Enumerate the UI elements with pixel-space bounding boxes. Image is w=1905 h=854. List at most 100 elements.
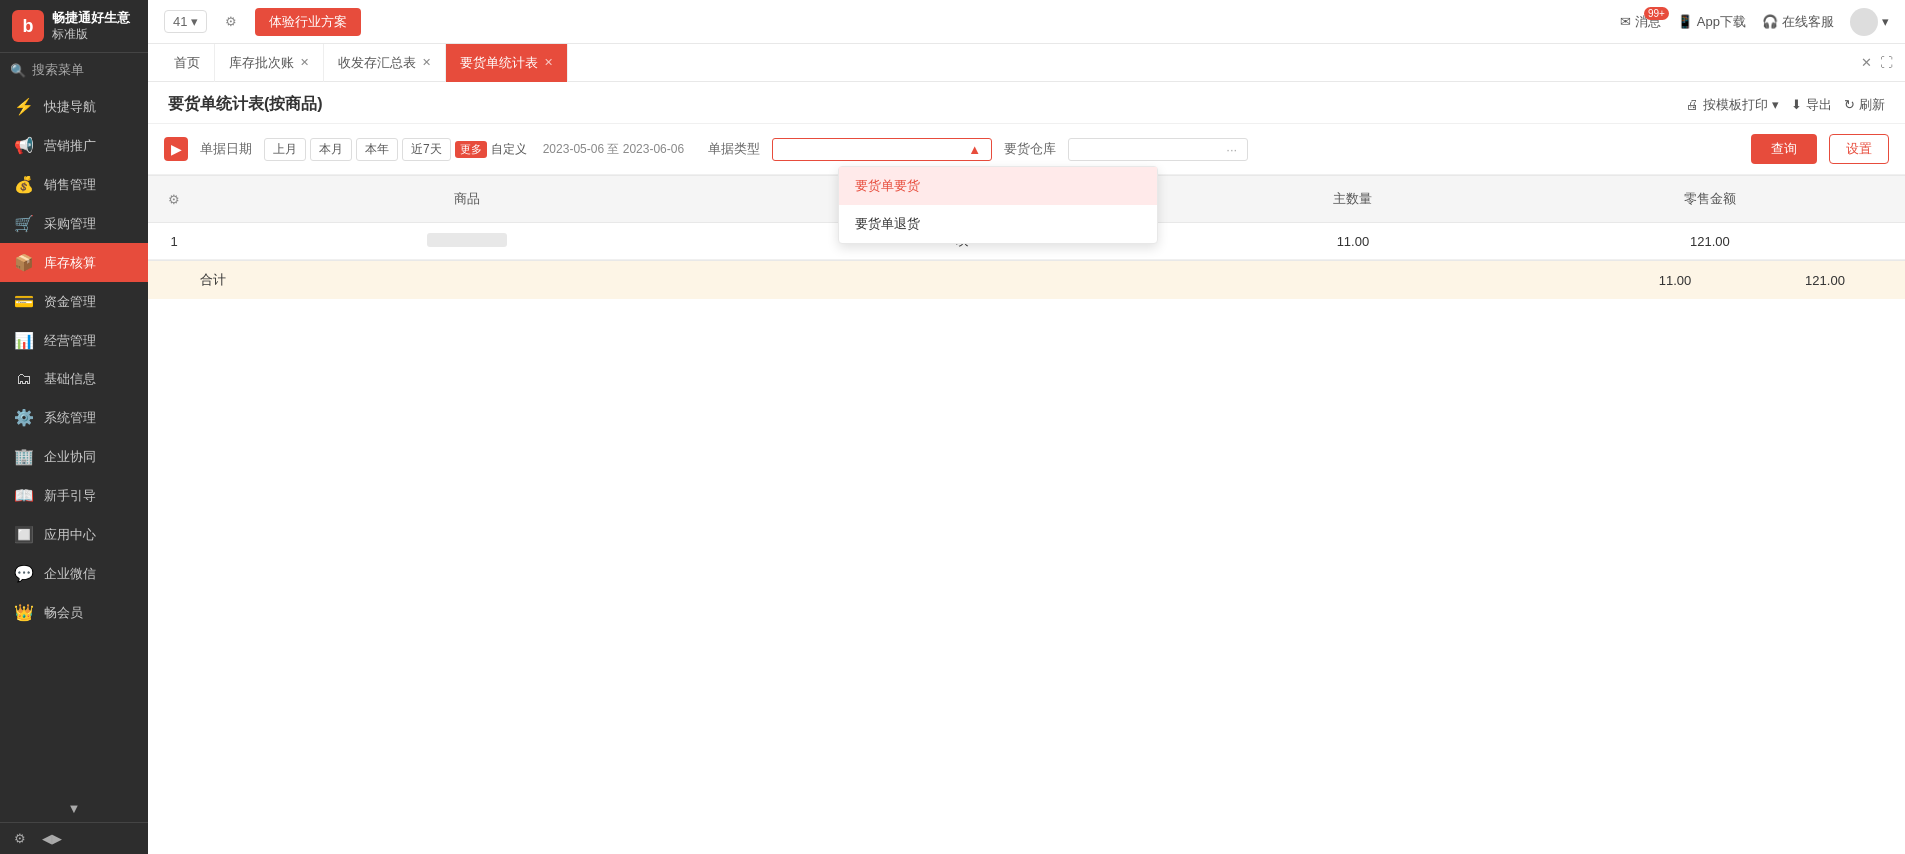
sidebar-item-operation[interactable]: 📊 经营管理	[0, 321, 148, 360]
row-index: 1	[148, 223, 200, 260]
header-actions: ✉ 消息 99+ 📱 App下载 🎧 在线客服 ▾	[1620, 8, 1889, 36]
guide-icon: 📖	[14, 486, 34, 505]
content-area: 要货单统计表(按商品) 🖨 按模板打印 ▾ ⬇ 导出 ↻ 刷新	[148, 82, 1905, 854]
filter-expand-btn[interactable]: ▶	[164, 137, 188, 161]
quick-nav-icon: ⚡	[14, 97, 34, 116]
date-btn-this-month[interactable]: 本月	[310, 138, 352, 161]
enterprise-icon: 🏢	[14, 447, 34, 466]
export-btn[interactable]: ⬇ 导出	[1791, 96, 1832, 114]
sidebar-collapse-icon[interactable]: ◀▶	[42, 831, 62, 846]
row-amount: 121.00	[1515, 223, 1905, 260]
basic-icon: 🗂	[14, 370, 34, 388]
date-filter-label: 单据日期	[200, 140, 252, 158]
date-custom-btn[interactable]: 自定义	[491, 141, 527, 158]
query-btn[interactable]: 查询	[1751, 134, 1817, 164]
export-icon: ⬇	[1791, 97, 1802, 112]
warehouse-more-icon: ···	[1226, 142, 1237, 157]
date-range-btns: 上月 本月 本年 近7天 更多 自定义	[264, 138, 527, 161]
sidebar-item-enterprise[interactable]: 🏢 企业协同	[0, 437, 148, 476]
store-selector[interactable]: 41 ▾	[164, 10, 207, 33]
system-icon: ⚙️	[14, 408, 34, 427]
sidebar-item-inventory[interactable]: 📦 库存核算	[0, 243, 148, 282]
sidebar-scroll-down[interactable]: ▼	[0, 795, 148, 822]
app-download-btn[interactable]: 📱 App下载	[1677, 13, 1746, 31]
warehouse-filter-select[interactable]: ···	[1068, 138, 1248, 161]
print-icon: 🖨	[1686, 97, 1699, 112]
product-placeholder	[427, 233, 507, 247]
sidebar-logo: b 畅捷通好生意 标准版	[0, 0, 148, 53]
close-requisition-stats-tab[interactable]: ✕	[544, 56, 553, 69]
sidebar-item-purchase[interactable]: 🛒 采购管理	[0, 204, 148, 243]
warehouse-filter-label: 要货仓库	[1004, 140, 1056, 158]
sidebar-item-quick-nav[interactable]: ⚡ 快捷导航	[0, 87, 148, 126]
sidebar-item-wechat[interactable]: 💬 企业微信	[0, 554, 148, 593]
table-header-settings: ⚙	[148, 176, 200, 223]
refresh-btn[interactable]: ↻ 刷新	[1844, 96, 1885, 114]
marketing-icon: 📢	[14, 136, 34, 155]
maximize-icon[interactable]: ⛶	[1880, 55, 1893, 70]
close-batch-account-tab[interactable]: ✕	[300, 56, 309, 69]
sidebar-item-guide[interactable]: 📖 新手引导	[0, 476, 148, 515]
appstore-icon: 🔲	[14, 525, 34, 544]
table-gear-icon[interactable]: ⚙	[160, 185, 188, 213]
page-header: 要货单统计表(按商品) 🖨 按模板打印 ▾ ⬇ 导出 ↻ 刷新	[148, 82, 1905, 124]
table-header-qty: 主数量	[1191, 176, 1515, 223]
dropdown-item-return[interactable]: 要货单退货	[839, 205, 1157, 243]
message-icon: ✉	[1620, 14, 1631, 29]
table-header-amount: 零售金额	[1515, 176, 1905, 223]
online-service-btn[interactable]: 🎧 在线客服	[1762, 13, 1834, 31]
minimize-icon[interactable]: ✕	[1861, 55, 1872, 70]
main-area: 41 ▾ ⚙ 体验行业方案 ✉ 消息 99+ 📱 App下载 🎧 在线客服	[148, 0, 1905, 854]
promo-btn[interactable]: 体验行业方案	[255, 8, 361, 36]
date-btn-this-year[interactable]: 本年	[356, 138, 398, 161]
print-btn[interactable]: 🖨 按模板打印 ▾	[1686, 96, 1779, 114]
sidebar-search[interactable]: 🔍 搜索菜单	[0, 53, 148, 87]
logo-text: 畅捷通好生意 标准版	[52, 10, 130, 42]
sidebar: b 畅捷通好生意 标准版 🔍 搜索菜单 ⚡ 快捷导航 📢 营销推广 💰 销售管理…	[0, 0, 148, 854]
refresh-icon: ↻	[1844, 97, 1855, 112]
date-more-badge[interactable]: 更多	[455, 141, 487, 158]
sidebar-item-basic[interactable]: 🗂 基础信息	[0, 360, 148, 398]
tab-receipt-summary[interactable]: 收发存汇总表 ✕	[324, 44, 446, 82]
window-controls: ✕ ⛶	[1849, 55, 1905, 70]
headset-icon: 🎧	[1762, 14, 1778, 29]
chevron-down-icon-print: ▾	[1772, 97, 1779, 112]
sidebar-nav: ⚡ 快捷导航 📢 营销推广 💰 销售管理 🛒 采购管理 📦 库存核算 💳 资金管…	[0, 87, 148, 795]
date-btn-last-7[interactable]: 近7天	[402, 138, 451, 161]
member-icon: 👑	[14, 603, 34, 622]
sidebar-item-marketing[interactable]: 📢 营销推广	[0, 126, 148, 165]
sidebar-item-member[interactable]: 👑 畅会员	[0, 593, 148, 632]
operation-icon: 📊	[14, 331, 34, 350]
sidebar-item-sales[interactable]: 💰 销售管理	[0, 165, 148, 204]
type-dropdown: 要货单要货 要货单退货	[838, 166, 1158, 244]
tab-bar: 首页 库存批次账 ✕ 收发存汇总表 ✕ 要货单统计表 ✕ ✕ ⛶	[148, 44, 1905, 82]
tab-batch-account[interactable]: 库存批次账 ✕	[215, 44, 324, 82]
sidebar-item-finance[interactable]: 💳 资金管理	[0, 282, 148, 321]
date-btn-last-month[interactable]: 上月	[264, 138, 306, 161]
chevron-down-icon: ▾	[191, 14, 198, 29]
page-actions: 🖨 按模板打印 ▾ ⬇ 导出 ↻ 刷新	[1686, 96, 1885, 114]
sidebar-bottom: ⚙ ◀▶	[0, 822, 148, 854]
gear-icon: ⚙	[225, 14, 237, 29]
table-settings-btn[interactable]: 设置	[1829, 134, 1889, 164]
type-filter-label: 单据类型	[708, 140, 760, 158]
sales-icon: 💰	[14, 175, 34, 194]
messages-btn[interactable]: ✉ 消息 99+	[1620, 13, 1661, 31]
type-filter-select[interactable]: ▲	[772, 138, 992, 161]
settings-icon-btn[interactable]: ⚙	[217, 11, 245, 32]
logo-icon: b	[12, 10, 44, 42]
inventory-icon: 📦	[14, 253, 34, 272]
wechat-icon: 💬	[14, 564, 34, 583]
finance-icon: 💳	[14, 292, 34, 311]
close-receipt-summary-tab[interactable]: ✕	[422, 56, 431, 69]
tab-home[interactable]: 首页	[160, 44, 215, 82]
sidebar-settings-icon[interactable]: ⚙	[14, 831, 26, 846]
date-range-display: 2023-05-06 至 2023-06-06	[543, 141, 684, 158]
dropdown-item-requisition[interactable]: 要货单要货	[839, 167, 1157, 205]
sidebar-item-system[interactable]: ⚙️ 系统管理	[0, 398, 148, 437]
sidebar-item-appstore[interactable]: 🔲 应用中心	[0, 515, 148, 554]
footer-label: 合计	[188, 271, 1465, 289]
tab-requisition-stats[interactable]: 要货单统计表 ✕	[446, 44, 568, 82]
footer-qty: 11.00	[1605, 273, 1745, 288]
user-avatar[interactable]: ▾	[1850, 8, 1889, 36]
